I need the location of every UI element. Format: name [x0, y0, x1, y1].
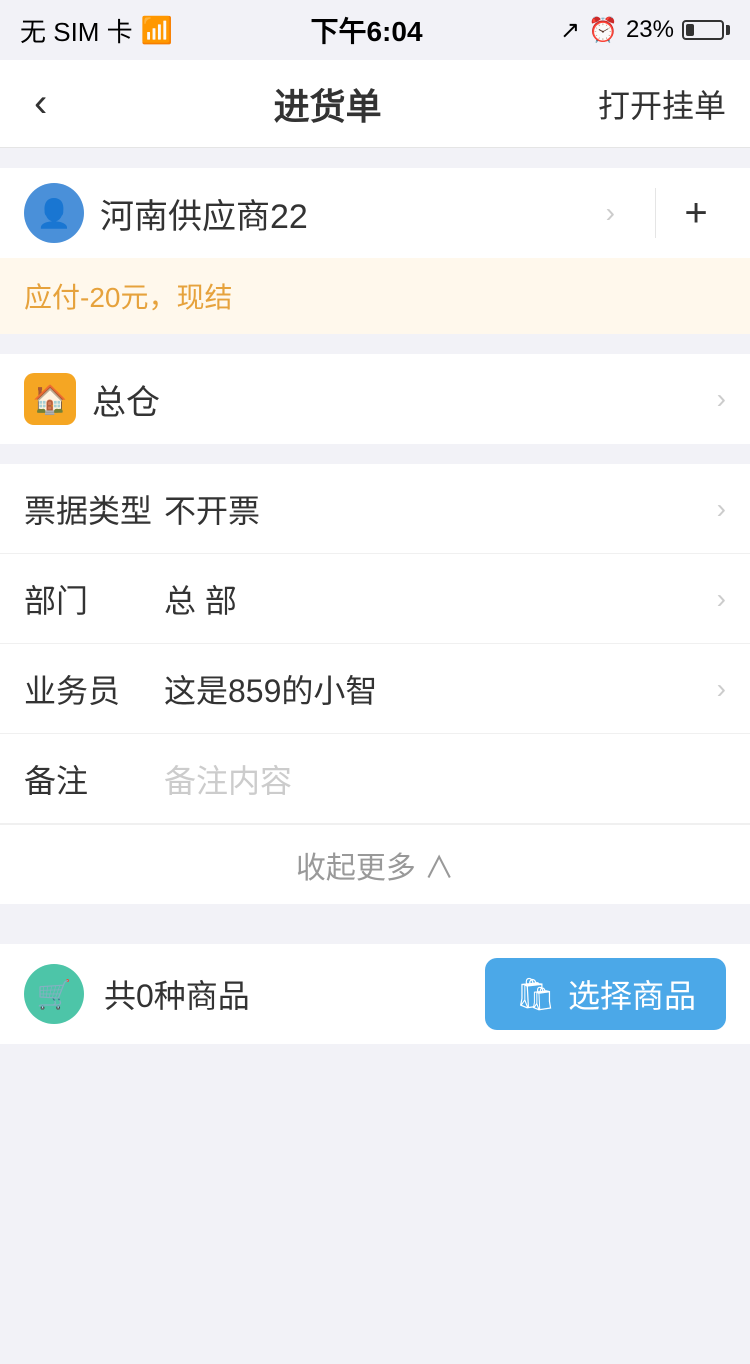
warehouse-chevron-icon: ›	[717, 383, 726, 415]
divider-3	[0, 904, 750, 924]
warehouse-row[interactable]: 🏠 总仓 ›	[0, 354, 750, 444]
warehouse-name: 总仓	[92, 375, 701, 424]
carrier-text: 无 SIM 卡	[20, 12, 133, 49]
status-right: ↗ ⏰ 23%	[560, 16, 730, 45]
department-row[interactable]: 部门 总 部 ›	[0, 554, 750, 644]
status-bar: 无 SIM 卡 📶 下午6:04 ↗ ⏰ 23%	[0, 0, 750, 60]
warehouse-icon: 🏠	[24, 373, 76, 425]
battery-icon	[682, 20, 730, 40]
form-section: 票据类型 不开票 › 部门 总 部 › 业务员 这是859的小智 › 备注 备注…	[0, 464, 750, 904]
location-icon: ↗	[560, 16, 580, 45]
salesperson-label: 业务员	[24, 666, 154, 712]
supplier-chevron-icon: ›	[606, 197, 615, 229]
top-divider	[0, 148, 750, 168]
supplier-name: 河南供应商22	[100, 189, 308, 238]
remark-row[interactable]: 备注 备注内容	[0, 734, 750, 824]
battery-percent: 23%	[626, 16, 674, 44]
salesperson-chevron-icon: ›	[717, 673, 726, 705]
product-count-text: 共0种商品	[104, 971, 465, 1017]
empty-area	[0, 1044, 750, 1364]
cart-icon: 🛒	[37, 978, 72, 1011]
notice-bar: 应付-20元，现结	[0, 258, 750, 334]
product-count-icon: 🛒	[24, 964, 84, 1024]
page-title: 进货单	[274, 78, 382, 130]
open-pending-button[interactable]: 打开挂单	[598, 81, 726, 127]
supplier-divider	[655, 188, 656, 238]
invoice-type-value: 不开票	[154, 486, 717, 532]
back-button[interactable]: ‹	[24, 71, 57, 136]
invoice-type-row[interactable]: 票据类型 不开票 ›	[0, 464, 750, 554]
department-label: 部门	[24, 576, 154, 622]
remark-input[interactable]: 备注内容	[154, 756, 726, 802]
avatar-icon: 👤	[37, 197, 72, 230]
salesperson-row[interactable]: 业务员 这是859的小智 ›	[0, 644, 750, 734]
select-product-label: 选择商品	[568, 971, 696, 1017]
invoice-type-chevron-icon: ›	[717, 493, 726, 525]
department-chevron-icon: ›	[717, 583, 726, 615]
select-product-button[interactable]: 🛍 选择商品	[485, 958, 726, 1030]
invoice-type-label: 票据类型	[24, 486, 154, 532]
add-supplier-button[interactable]: +	[666, 183, 726, 243]
status-time: 下午6:04	[310, 10, 422, 50]
nav-bar: ‹ 进货单 打开挂单	[0, 60, 750, 148]
collapse-button[interactable]: 收起更多 ∧	[0, 824, 750, 904]
status-left: 无 SIM 卡 📶	[20, 12, 173, 49]
supplier-avatar: 👤	[24, 183, 84, 243]
supplier-section: 👤 河南供应商22 › + 应付-20元，现结	[0, 168, 750, 334]
wifi-icon: 📶	[141, 15, 173, 46]
alarm-icon: ⏰	[588, 16, 618, 45]
house-icon: 🏠	[33, 383, 68, 416]
divider-1	[0, 334, 750, 354]
remark-label: 备注	[24, 756, 154, 802]
supplier-info: 👤 河南供应商22	[24, 183, 606, 243]
divider-2	[0, 444, 750, 464]
select-product-icon: 🛍	[515, 975, 556, 1013]
warehouse-section: 🏠 总仓 ›	[0, 354, 750, 444]
supplier-row[interactable]: 👤 河南供应商22 › +	[0, 168, 750, 258]
notice-text: 应付-20元，现结	[24, 282, 232, 313]
salesperson-value: 这是859的小智	[154, 666, 717, 712]
collapse-label: 收起更多 ∧	[296, 843, 454, 887]
bottom-bar: 🛒 共0种商品 🛍 选择商品	[0, 944, 750, 1044]
department-value: 总 部	[154, 576, 717, 622]
